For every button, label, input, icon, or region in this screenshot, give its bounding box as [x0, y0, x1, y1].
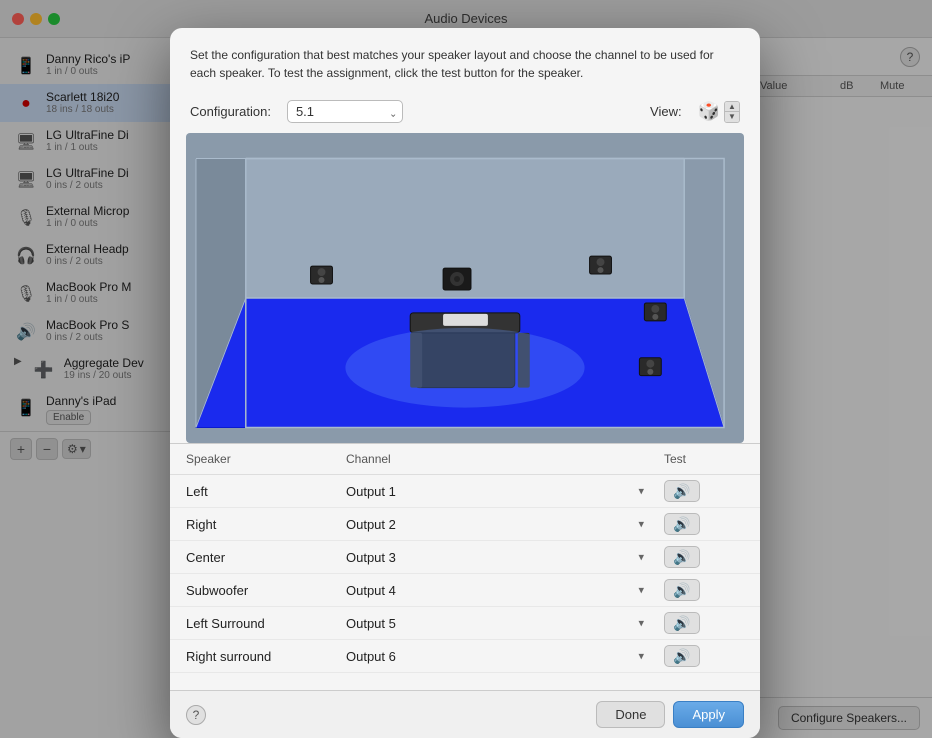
test-button-left[interactable]: 🔊 [664, 480, 700, 502]
config-select-wrapper[interactable]: Stereo Quadraphonic 5.1 7.1 [287, 100, 403, 123]
speaker-table: Speaker Channel Test Left Output 1Output… [170, 443, 760, 673]
apply-button[interactable]: Apply [673, 701, 744, 728]
col-channel: Channel [346, 452, 664, 466]
speaker-name-right-surround: Right surround [186, 649, 346, 664]
done-button[interactable]: Done [596, 701, 665, 728]
test-button-right-surround[interactable]: 🔊 [664, 645, 700, 667]
footer-buttons: Done Apply [596, 701, 744, 728]
channel-select-right-surround-wrapper[interactable]: Output 5Output 6Output 7 [346, 647, 664, 666]
view-label: View: [650, 104, 682, 119]
test-button-subwoofer[interactable]: 🔊 [664, 579, 700, 601]
speaker-config-modal: Set the configuration that best matches … [170, 28, 760, 738]
channel-select-center-wrapper[interactable]: Output 2Output 3Output 4 [346, 548, 664, 567]
channel-select-subwoofer[interactable]: Output 3Output 4Output 5 [346, 581, 664, 600]
config-row: Configuration: Stereo Quadraphonic 5.1 7… [170, 94, 760, 133]
speaker-name-center: Center [186, 550, 346, 565]
channel-select-right-surround[interactable]: Output 5Output 6Output 7 [346, 647, 664, 666]
test-button-left-surround[interactable]: 🔊 [664, 612, 700, 634]
config-label: Configuration: [190, 104, 271, 119]
channel-select-left-wrapper[interactable]: Output 1Output 2Output 3 [346, 482, 664, 501]
view-stepper-up[interactable]: ▲ [725, 102, 739, 112]
modal-help-button[interactable]: ? [186, 705, 206, 725]
test-button-center[interactable]: 🔊 [664, 546, 700, 568]
speaker-name-left: Left [186, 484, 346, 499]
channel-select-subwoofer-wrapper[interactable]: Output 3Output 4Output 5 [346, 581, 664, 600]
speaker-row-right: Right Output 1Output 2Output 3 🔊 [170, 508, 760, 541]
channel-select-left[interactable]: Output 1Output 2Output 3 [346, 482, 664, 501]
speaker-row-left-surround: Left Surround Output 4Output 5Output 6 🔊 [170, 607, 760, 640]
channel-select-center[interactable]: Output 2Output 3Output 4 [346, 548, 664, 567]
speaker-table-header: Speaker Channel Test [170, 443, 760, 475]
speaker-name-left-surround: Left Surround [186, 616, 346, 631]
room-3d-svg [186, 133, 744, 443]
speaker-name-subwoofer: Subwoofer [186, 583, 346, 598]
speaker-row-center: Center Output 2Output 3Output 4 🔊 [170, 541, 760, 574]
modal-body: Set the configuration that best matches … [170, 28, 760, 690]
channel-select-left-surround-wrapper[interactable]: Output 4Output 5Output 6 [346, 614, 664, 633]
speaker-row-subwoofer: Subwoofer Output 3Output 4Output 5 🔊 [170, 574, 760, 607]
speaker-row-right-surround: Right surround Output 5Output 6Output 7 … [170, 640, 760, 673]
speaker-row-left: Left Output 1Output 2Output 3 🔊 [170, 475, 760, 508]
modal-description: Set the configuration that best matches … [170, 28, 760, 94]
view-controls: 🎲 ▲ ▼ [698, 101, 740, 123]
channel-select-left-surround[interactable]: Output 4Output 5Output 6 [346, 614, 664, 633]
room-visualization [186, 133, 744, 443]
speaker-name-right: Right [186, 517, 346, 532]
modal-footer: ? Done Apply [170, 690, 760, 738]
view-stepper-down[interactable]: ▼ [725, 112, 739, 122]
channel-select-right[interactable]: Output 1Output 2Output 3 [346, 515, 664, 534]
view-stepper[interactable]: ▲ ▼ [724, 101, 740, 123]
channel-select-right-wrapper[interactable]: Output 1Output 2Output 3 [346, 515, 664, 534]
col-test: Test [664, 452, 744, 466]
cube-icon: 🎲 [698, 101, 720, 122]
col-speaker: Speaker [186, 452, 346, 466]
config-select[interactable]: Stereo Quadraphonic 5.1 7.1 [287, 100, 403, 123]
test-button-right[interactable]: 🔊 [664, 513, 700, 535]
